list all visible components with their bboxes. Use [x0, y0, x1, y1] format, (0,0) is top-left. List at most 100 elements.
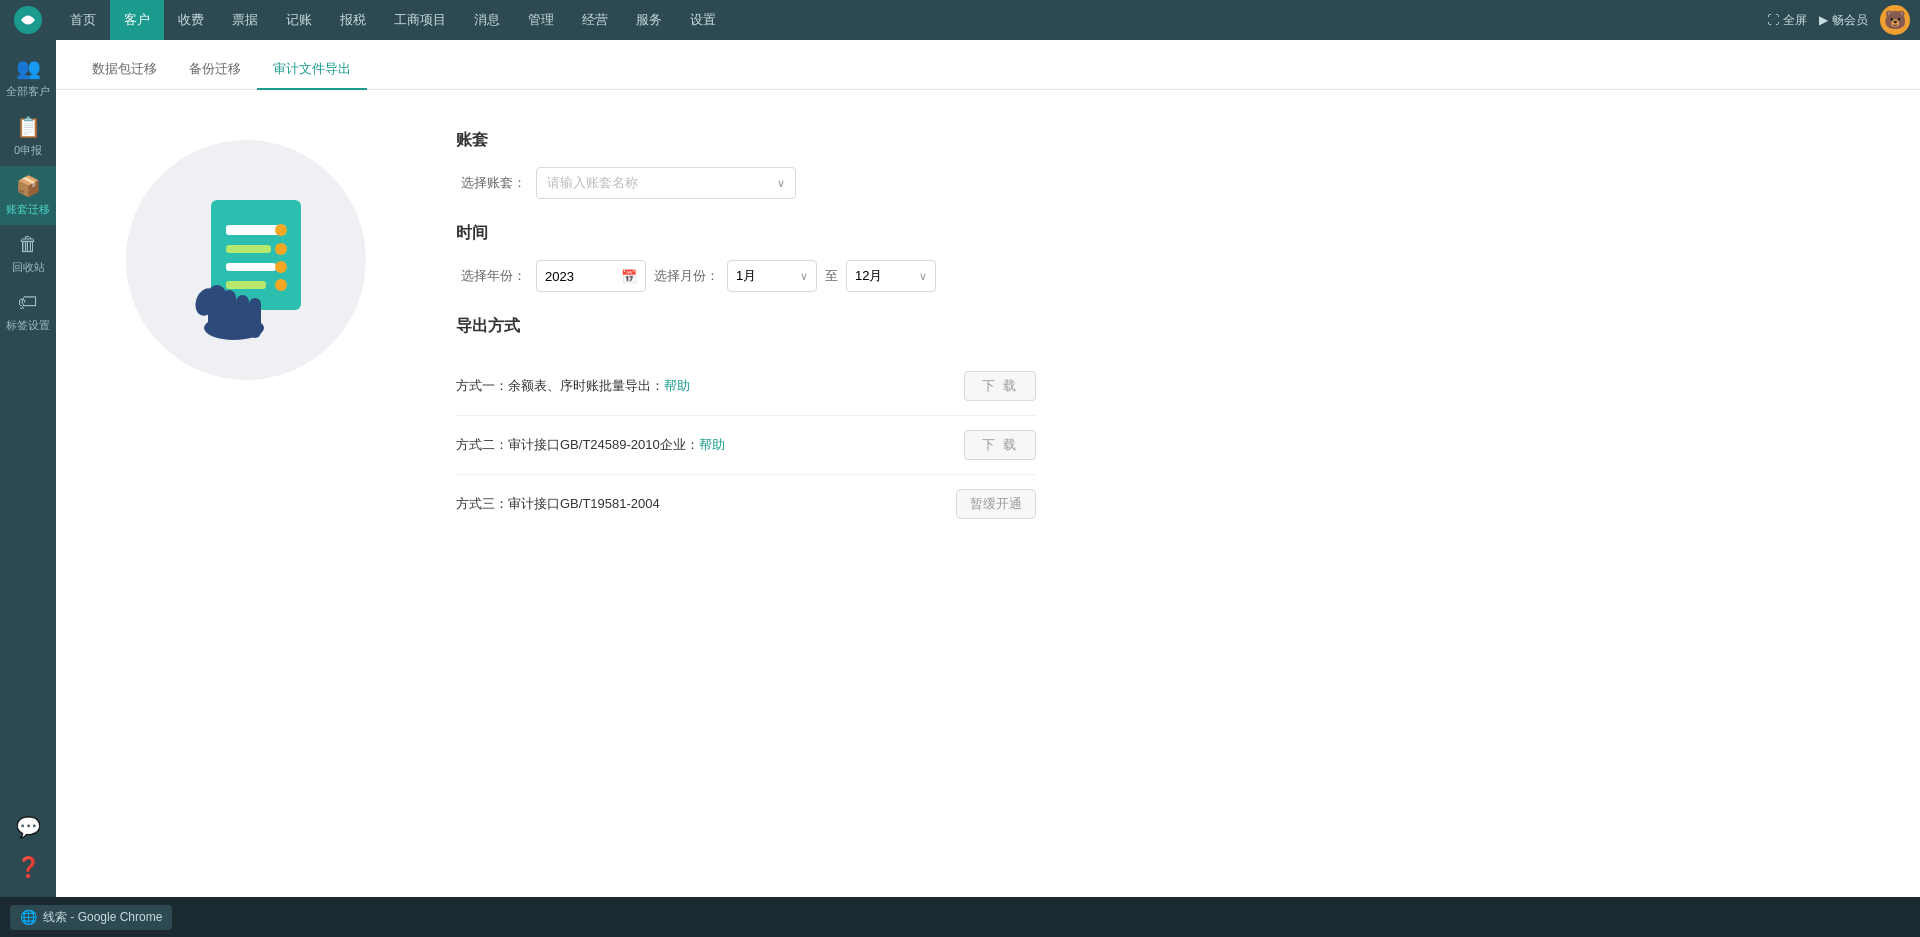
export-section: 方式一：余额表、序时账批量导出：帮助 下 载 方式二：审计接口GB/T24589…	[456, 357, 1880, 533]
tabs-bar: 数据包迁移 备份迁移 审计文件导出	[56, 40, 1920, 90]
nav-item-service[interactable]: 服务	[622, 0, 676, 40]
sidebar-item-label: 全部客户	[6, 84, 50, 99]
export-row-1: 方式一：余额表、序时账批量导出：帮助 下 载	[456, 357, 1036, 416]
month-end-select[interactable]: 12月 ∨	[846, 260, 936, 292]
nav-item-charge[interactable]: 收费	[164, 0, 218, 40]
time-section-title: 时间	[456, 223, 1880, 244]
sidebar-bottom: 💬 ❓	[0, 807, 56, 897]
year-input[interactable]: 2023 📅	[536, 260, 646, 292]
tag-settings-icon: 🏷	[18, 291, 38, 314]
taskbar-chrome-item[interactable]: 🌐 线索 - Google Chrome	[10, 905, 172, 930]
nav-item-home[interactable]: 首页	[56, 0, 110, 40]
year-label: 选择年份：	[456, 267, 526, 285]
tab-backup-migration[interactable]: 备份迁移	[173, 50, 257, 90]
sidebar-item-label: 回收站	[12, 260, 45, 275]
nav-item-invoice[interactable]: 票据	[218, 0, 272, 40]
year-value: 2023	[545, 269, 574, 284]
month-start-select[interactable]: 1月 ∨	[727, 260, 817, 292]
month-start-arrow: ∨	[800, 270, 808, 283]
sidebar-item-chat[interactable]: 💬	[0, 807, 56, 847]
svg-rect-14	[249, 298, 261, 338]
sidebar-item-label: 0申报	[14, 143, 42, 158]
account-label: 选择账套：	[456, 174, 526, 192]
avatar[interactable]: 🐻	[1880, 5, 1910, 35]
download-button-2[interactable]: 下 载	[964, 430, 1036, 460]
export-row-3: 方式三：审计接口GB/T19581-2004 暂缓开通	[456, 475, 1036, 533]
account-section-title: 账套	[456, 130, 1880, 151]
month-end-arrow: ∨	[919, 270, 927, 283]
export-label-2: 方式二：审计接口GB/T24589-2010企业：帮助	[456, 436, 725, 454]
sidebar-item-tag-settings[interactable]: 🏷 标签设置	[0, 283, 56, 341]
svg-point-7	[275, 243, 287, 255]
sidebar-item-account-migration[interactable]: 📦 账套迁移	[0, 166, 56, 225]
export-section-title: 导出方式	[456, 316, 1880, 337]
sidebar-item-recycle[interactable]: 🗑 回收站	[0, 225, 56, 283]
calendar-icon: 📅	[621, 269, 637, 284]
export-method-3-text: 方式三：审计接口GB/T19581-2004	[456, 496, 660, 511]
month-separator: 至	[825, 267, 838, 285]
nav-item-settings[interactable]: 设置	[676, 0, 730, 40]
account-dropdown[interactable]: 请输入账套名称 ∨	[536, 167, 796, 199]
export-help-1[interactable]: 帮助	[664, 378, 690, 393]
tab-audit-export[interactable]: 审计文件导出	[257, 50, 367, 90]
svg-rect-3	[226, 245, 271, 253]
time-row: 2023 📅 选择月份： 1月 ∨ 至 12月 ∨	[536, 260, 936, 292]
all-customers-icon: 👥	[16, 56, 41, 80]
month-end-value: 12月	[855, 267, 882, 285]
sidebar-item-all-customers[interactable]: 👥 全部客户	[0, 48, 56, 107]
vip-button[interactable]: ▶ 畅会员	[1819, 12, 1868, 29]
sidebar: 👥 全部客户 📋 0申报 📦 账套迁移 🗑 回收站 🏷 标签设置 💬 ❓	[0, 40, 56, 897]
export-help-2[interactable]: 帮助	[699, 437, 725, 452]
illustration-circle	[126, 140, 366, 380]
time-form-row: 选择年份： 2023 📅 选择月份： 1月 ∨ 至 12月	[456, 260, 1880, 292]
help-icon: ❓	[16, 855, 41, 879]
nav-item-message[interactable]: 消息	[460, 0, 514, 40]
taskbar: 🌐 线索 - Google Chrome	[0, 897, 1920, 937]
illustration-side	[96, 120, 396, 867]
main-layout: 👥 全部客户 📋 0申报 📦 账套迁移 🗑 回收站 🏷 标签设置 💬 ❓	[0, 40, 1920, 897]
svg-rect-13	[236, 295, 249, 338]
download-button-1[interactable]: 下 载	[964, 371, 1036, 401]
nav-item-bookkeeping[interactable]: 记账	[272, 0, 326, 40]
nav-item-business[interactable]: 工商项目	[380, 0, 460, 40]
nav-item-customer[interactable]: 客户	[110, 0, 164, 40]
sidebar-item-zero-declare[interactable]: 📋 0申报	[0, 107, 56, 166]
month-start-value: 1月	[736, 267, 756, 285]
month-label: 选择月份：	[654, 267, 719, 285]
vip-label: 畅会员	[1832, 12, 1868, 29]
account-placeholder: 请输入账套名称	[547, 174, 638, 192]
nav-item-manage[interactable]: 管理	[514, 0, 568, 40]
sidebar-item-label: 标签设置	[6, 318, 50, 333]
svg-rect-5	[226, 281, 266, 289]
top-nav-items: 首页 客户 收费 票据 记账 报税 工商项目 消息 管理 经营 服务 设置	[56, 0, 1767, 40]
nav-item-operation[interactable]: 经营	[568, 0, 622, 40]
sidebar-item-label: 账套迁移	[6, 202, 50, 217]
svg-point-6	[275, 224, 287, 236]
form-side: 账套 选择账套： 请输入账套名称 ∨ 时间 选择年份： 2023 📅	[396, 120, 1880, 867]
tab-data-migration[interactable]: 数据包迁移	[76, 50, 173, 90]
chrome-icon: 🌐	[20, 909, 37, 925]
export-label-1: 方式一：余额表、序时账批量导出：帮助	[456, 377, 690, 395]
vip-icon: ▶	[1819, 13, 1828, 27]
app-logo	[10, 2, 46, 38]
nav-item-tax[interactable]: 报税	[326, 0, 380, 40]
top-nav: 首页 客户 收费 票据 记账 报税 工商项目 消息 管理 经营 服务 设置 ⛶ …	[0, 0, 1920, 40]
svg-point-8	[275, 261, 287, 273]
recycle-icon: 🗑	[18, 233, 38, 256]
content-area: 数据包迁移 备份迁移 审计文件导出	[56, 40, 1920, 897]
fullscreen-icon: ⛶	[1767, 13, 1779, 27]
export-method-1-text: 方式一：余额表、序时账批量导出：	[456, 378, 664, 393]
open-button-3[interactable]: 暂缓开通	[956, 489, 1036, 519]
fullscreen-label: 全屏	[1783, 12, 1807, 29]
svg-rect-12	[222, 290, 236, 338]
top-nav-right: ⛶ 全屏 ▶ 畅会员 🐻	[1767, 5, 1910, 35]
account-form-row: 选择账套： 请输入账套名称 ∨	[456, 167, 1880, 199]
page-content: 账套 选择账套： 请输入账套名称 ∨ 时间 选择年份： 2023 📅	[56, 90, 1920, 897]
svg-rect-4	[226, 263, 276, 271]
account-dropdown-arrow: ∨	[777, 177, 785, 190]
zero-declare-icon: 📋	[16, 115, 41, 139]
fullscreen-button[interactable]: ⛶ 全屏	[1767, 12, 1807, 29]
sidebar-item-help[interactable]: ❓	[0, 847, 56, 887]
export-label-3: 方式三：审计接口GB/T19581-2004	[456, 495, 660, 513]
account-migration-icon: 📦	[16, 174, 41, 198]
